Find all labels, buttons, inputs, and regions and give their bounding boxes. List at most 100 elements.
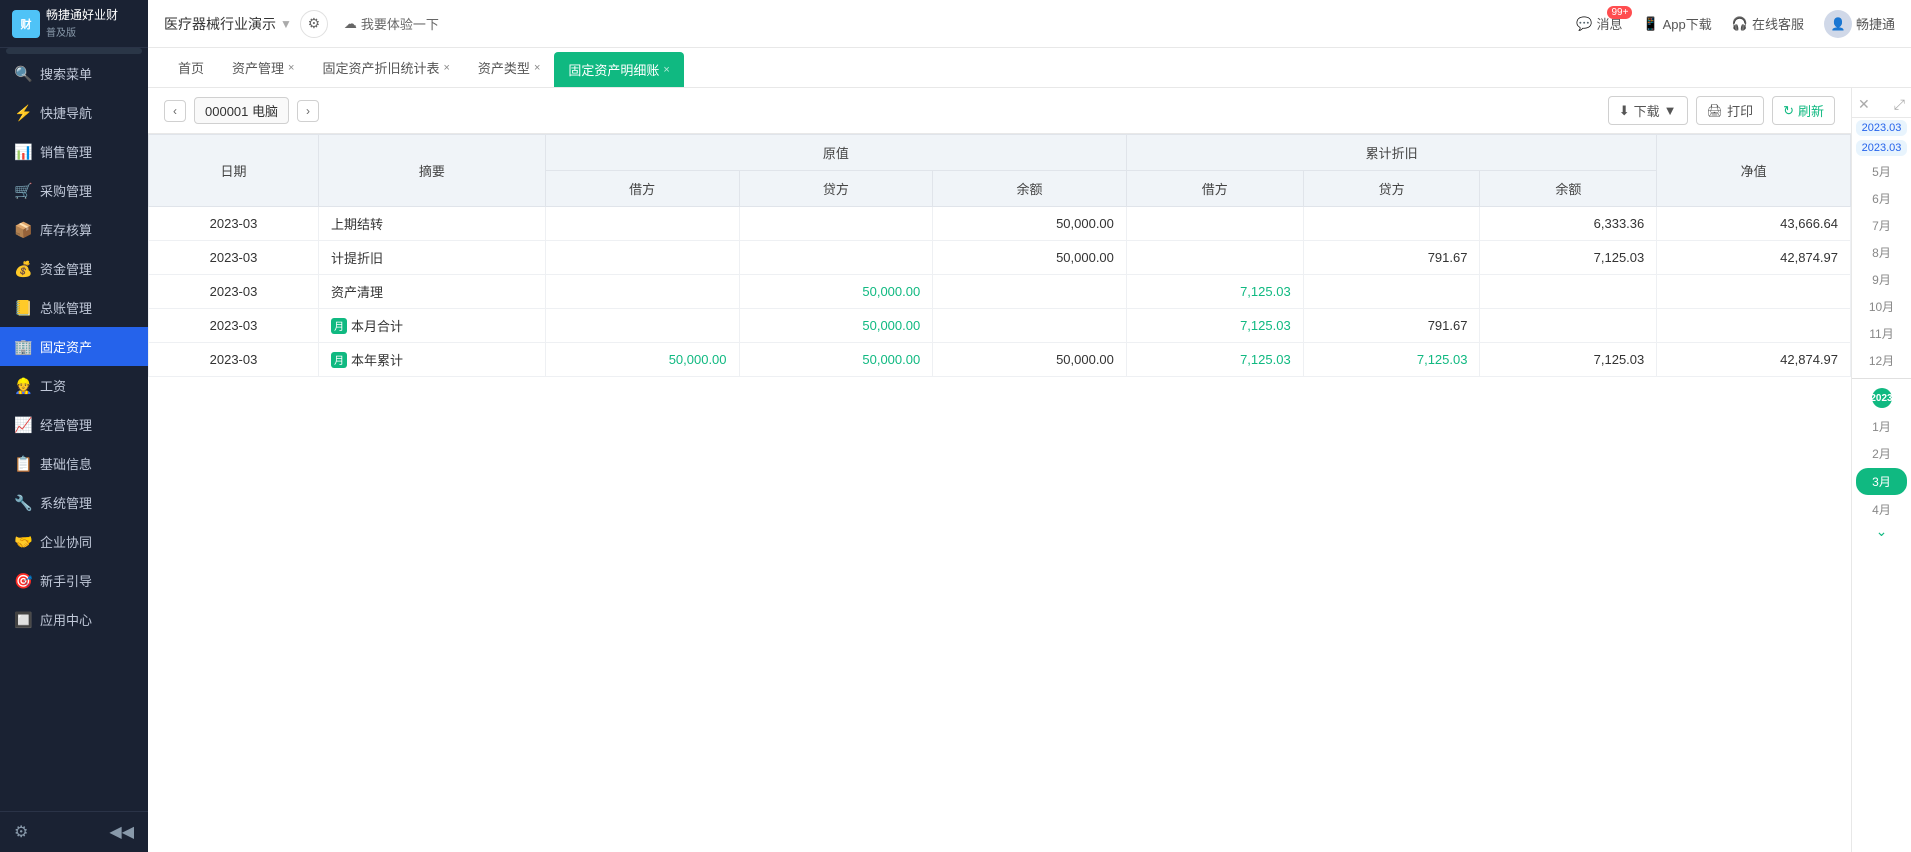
sidebar-label-fixed-assets: 固定资产 bbox=[40, 337, 92, 356]
app-edition: 普及版 bbox=[46, 24, 118, 39]
online-service-button[interactable]: 🎧 在线客服 bbox=[1732, 14, 1804, 33]
table-row: 2023-03 月 本年累计 50,000.00 50,000.00 50,00… bbox=[149, 343, 1851, 377]
timeline-month-10[interactable]: 10月 bbox=[1852, 293, 1911, 320]
cell-yz-balance-4: 50,000.00 bbox=[933, 343, 1127, 377]
cell-date-1: 2023-03 bbox=[149, 241, 319, 275]
sidebar-label-payroll: 工资 bbox=[40, 376, 66, 395]
sidebar-item-fixed-assets[interactable]: 🏢 固定资产 bbox=[0, 327, 148, 366]
tab-asset-ledger[interactable]: 固定资产明细账 × bbox=[554, 52, 683, 87]
timeline-month-6[interactable]: 6月 bbox=[1852, 185, 1911, 212]
print-label: 打印 bbox=[1727, 101, 1753, 120]
app-download-button[interactable]: 📱 App下载 bbox=[1642, 14, 1711, 33]
tab-home[interactable]: 首页 bbox=[164, 50, 218, 87]
sidebar-item-quicknav[interactable]: ⚡ 快捷导航 bbox=[0, 93, 148, 132]
timeline-scroll-down-icon[interactable]: ⌄ bbox=[1876, 523, 1888, 540]
tab-depreciation[interactable]: 固定资产折旧统计表 × bbox=[308, 50, 463, 87]
print-button[interactable]: 🖨 打印 bbox=[1696, 96, 1765, 125]
download-icon: ⬇ bbox=[1619, 103, 1630, 119]
tab-asset-type-close[interactable]: × bbox=[534, 62, 540, 74]
topbar-settings-button[interactable]: ⚙ bbox=[300, 10, 328, 38]
asset-next-button[interactable]: › bbox=[297, 100, 319, 122]
sidebar: 财 畅捷通好业财 普及版 🔍 搜索菜单 ⚡ 快捷导航 📊 销售管理 🛒 采购管理… bbox=[0, 0, 148, 852]
col-header-lj-debit: 借方 bbox=[1126, 171, 1303, 207]
tab-asset-mgmt-close[interactable]: × bbox=[288, 62, 294, 74]
sidebar-item-system[interactable]: 🔧 系统管理 bbox=[0, 483, 148, 522]
next-arrow-icon: › bbox=[306, 104, 310, 118]
cell-summary-1: 计提折旧 bbox=[319, 241, 546, 275]
timeline-month-2[interactable]: 2月 bbox=[1852, 440, 1911, 467]
quicknav-icon: ⚡ bbox=[14, 104, 32, 122]
sidebar-item-inventory[interactable]: 📦 库存核算 bbox=[0, 210, 148, 249]
sidebar-item-purchase[interactable]: 🛒 采购管理 bbox=[0, 171, 148, 210]
cell-summary-2: 资产清理 bbox=[319, 275, 546, 309]
cell-yz-debit-0 bbox=[545, 207, 739, 241]
payroll-icon: 👷 bbox=[14, 377, 32, 395]
timeline-month-9[interactable]: 9月 bbox=[1852, 266, 1911, 293]
download-icon: 📱 bbox=[1642, 16, 1658, 32]
col-header-lj-credit: 贷方 bbox=[1303, 171, 1480, 207]
sidebar-label-basic-info: 基础信息 bbox=[40, 454, 92, 473]
col-header-summary: 摘要 bbox=[319, 135, 546, 207]
topbar-right: 💬 消息 99+ 📱 App下载 🎧 在线客服 👤 畅捷通 bbox=[1576, 10, 1895, 38]
timeline-month-8[interactable]: 8月 bbox=[1852, 239, 1911, 266]
settings-gear-icon[interactable]: ⚙ bbox=[14, 822, 28, 842]
cell-lj-balance-3 bbox=[1480, 309, 1657, 343]
asset-prev-button[interactable]: ‹ bbox=[164, 100, 186, 122]
cell-lj-balance-4: 7,125.03 bbox=[1480, 343, 1657, 377]
tab-asset-type[interactable]: 资产类型 × bbox=[464, 50, 554, 87]
basic-info-icon: 📋 bbox=[14, 455, 32, 473]
sidebar-item-basic-info[interactable]: 📋 基础信息 bbox=[0, 444, 148, 483]
timeline-month-1[interactable]: 1月 bbox=[1852, 413, 1911, 440]
company-dropdown-arrow[interactable]: ▼ bbox=[280, 17, 292, 31]
sidebar-item-enterprise[interactable]: 🤝 企业协同 bbox=[0, 522, 148, 561]
month-icon-4: 月 bbox=[331, 352, 347, 368]
service-icon: 🎧 bbox=[1732, 16, 1748, 32]
sidebar-label-system: 系统管理 bbox=[40, 493, 92, 512]
cell-date-0: 2023-03 bbox=[149, 207, 319, 241]
experience-button[interactable]: ☁ 我要体验一下 bbox=[344, 14, 439, 33]
sidebar-item-guide[interactable]: 🎯 新手引导 bbox=[0, 561, 148, 600]
cell-date-3: 2023-03 bbox=[149, 309, 319, 343]
col-header-net: 净值 bbox=[1657, 135, 1851, 207]
sidebar-item-ledger[interactable]: 📒 总账管理 bbox=[0, 288, 148, 327]
tab-depreciation-label: 固定资产折旧统计表 bbox=[322, 58, 439, 77]
sidebar-label-purchase: 采购管理 bbox=[40, 181, 92, 200]
col-header-lj-balance: 余额 bbox=[1480, 171, 1657, 207]
timeline-month-7[interactable]: 7月 bbox=[1852, 212, 1911, 239]
sidebar-label-guide: 新手引导 bbox=[40, 571, 92, 590]
sidebar-item-funds[interactable]: 💰 资金管理 bbox=[0, 249, 148, 288]
timeline-month-11[interactable]: 11月 bbox=[1852, 320, 1911, 347]
sidebar-label-apps: 应用中心 bbox=[40, 610, 92, 629]
timeline-month-5[interactable]: 5月 bbox=[1852, 158, 1911, 185]
download-button[interactable]: ⬇ 下载 ▼ bbox=[1608, 96, 1688, 125]
cell-lj-debit-4: 7,125.03 bbox=[1126, 343, 1303, 377]
sidebar-item-operations[interactable]: 📈 经营管理 bbox=[0, 405, 148, 444]
timeline-year: 2023 bbox=[1872, 383, 1892, 413]
timeline-close-button[interactable]: ✕ bbox=[1858, 96, 1870, 113]
tab-asset-ledger-close[interactable]: × bbox=[663, 64, 669, 76]
tab-depreciation-close[interactable]: × bbox=[443, 62, 449, 74]
col-header-accumulated: 累计折旧 bbox=[1126, 135, 1656, 171]
refresh-label: 刷新 bbox=[1798, 101, 1824, 120]
asset-code[interactable]: 000001 电脑 bbox=[194, 97, 289, 124]
cell-yz-credit-0 bbox=[739, 207, 933, 241]
sidebar-label-quicknav: 快捷导航 bbox=[40, 103, 92, 122]
sidebar-item-apps[interactable]: 🔲 应用中心 bbox=[0, 600, 148, 639]
timeline-month-4[interactable]: 4月 bbox=[1852, 496, 1911, 523]
timeline-month-3[interactable]: 3月 bbox=[1856, 468, 1907, 495]
sidebar-collapse-icon[interactable]: ◀◀ bbox=[109, 822, 134, 842]
user-menu[interactable]: 👤 畅捷通 bbox=[1824, 10, 1895, 38]
summary-text-4: 本年累计 bbox=[351, 350, 403, 369]
timeline-month-12[interactable]: 12月 bbox=[1852, 347, 1911, 374]
timeline-expand-button[interactable]: ⤢ bbox=[1894, 96, 1905, 113]
main-panel: ‹ 000001 电脑 › ⬇ 下载 ▼ 🖨 打印 bbox=[148, 88, 1851, 852]
cell-date-4: 2023-03 bbox=[149, 343, 319, 377]
message-button[interactable]: 💬 消息 99+ bbox=[1576, 14, 1622, 33]
sidebar-item-sales[interactable]: 📊 销售管理 bbox=[0, 132, 148, 171]
enterprise-icon: 🤝 bbox=[14, 533, 32, 551]
sidebar-item-payroll[interactable]: 👷 工资 bbox=[0, 366, 148, 405]
tab-asset-mgmt[interactable]: 资产管理 × bbox=[218, 50, 308, 87]
sidebar-item-search[interactable]: 🔍 搜索菜单 bbox=[0, 54, 148, 93]
refresh-button[interactable]: ↻ 刷新 bbox=[1772, 96, 1835, 125]
cell-lj-debit-2: 7,125.03 bbox=[1126, 275, 1303, 309]
